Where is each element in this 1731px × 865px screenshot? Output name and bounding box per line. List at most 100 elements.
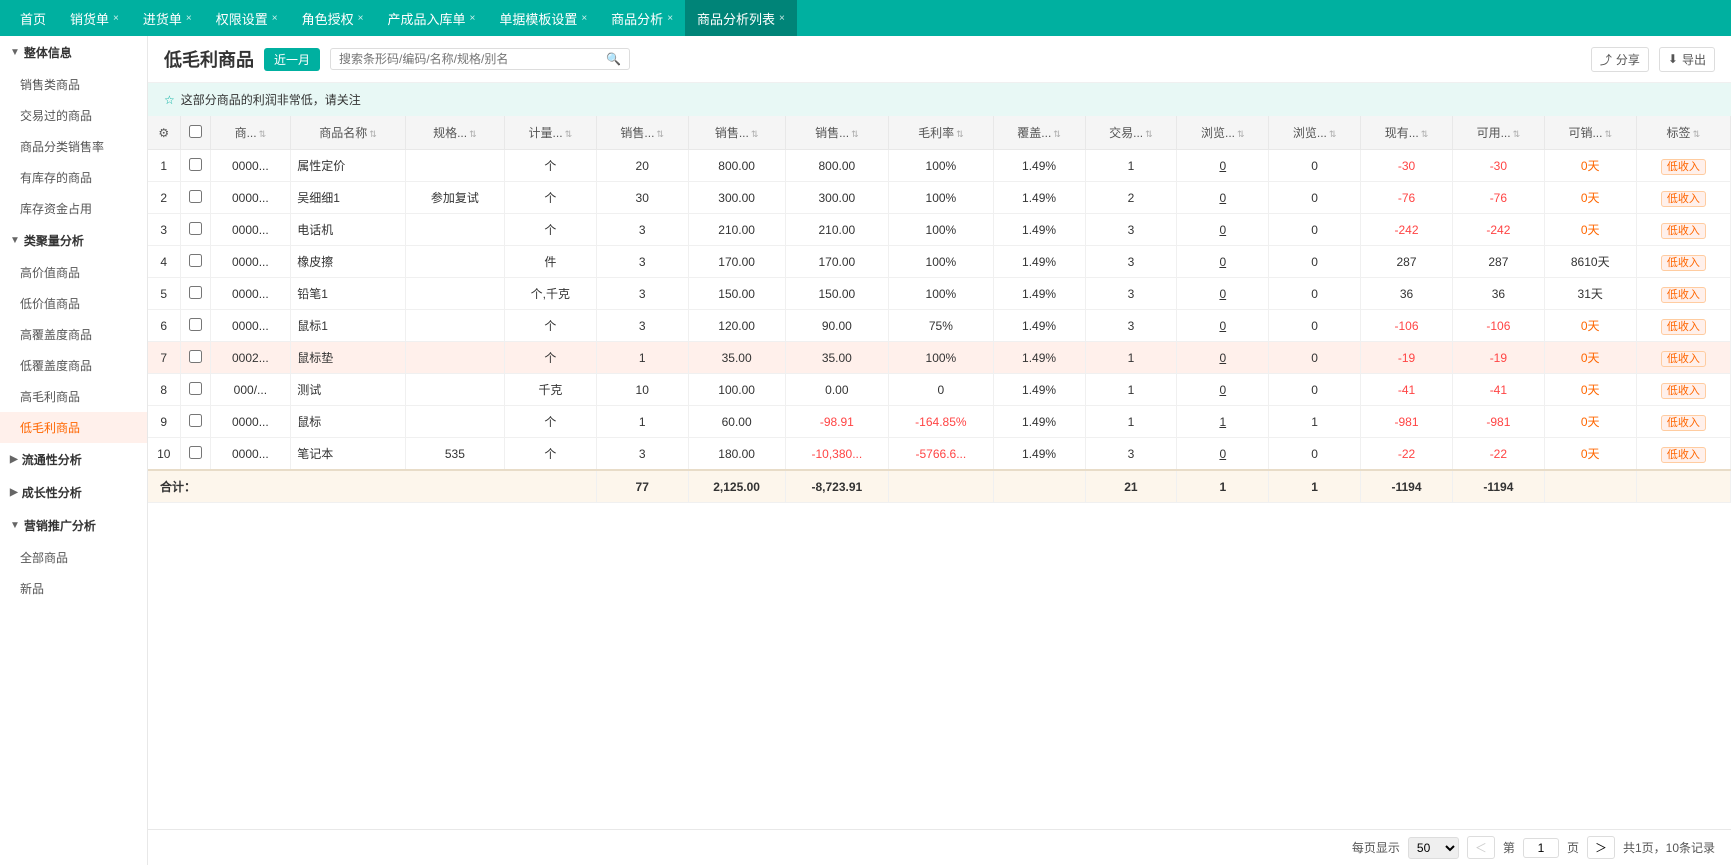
nav-close-role-auth[interactable]: × — [358, 13, 364, 24]
export-button[interactable]: ⬇ 导出 — [1659, 47, 1715, 72]
row-spec — [405, 150, 504, 182]
row-checkbox[interactable] — [189, 254, 202, 267]
nav-product-analysis[interactable]: 商品分析 × — [599, 0, 685, 36]
sidebar-item-category-sales-rate[interactable]: 商品分类销售率 — [0, 131, 147, 162]
nav-close-product-analysis[interactable]: × — [667, 13, 673, 24]
row-checkbox-cell[interactable] — [180, 150, 210, 182]
row-view1[interactable]: 1 — [1177, 406, 1269, 438]
share-button[interactable]: ⤴ 分享 — [1591, 47, 1649, 72]
table-row: 4 0000... 橡皮擦 件 3 170.00 170.00 100% 1.4… — [148, 246, 1731, 278]
nav-home[interactable]: 首页 — [8, 0, 58, 36]
row-view1[interactable]: 0 — [1177, 246, 1269, 278]
row-checkbox[interactable] — [189, 158, 202, 171]
row-salable: 0天 — [1544, 214, 1636, 246]
select-all-checkbox[interactable] — [189, 125, 202, 138]
row-checkbox[interactable] — [189, 350, 202, 363]
row-checkbox-cell[interactable] — [180, 406, 210, 438]
row-checkbox[interactable] — [189, 382, 202, 395]
row-checkbox[interactable] — [189, 190, 202, 203]
row-checkbox[interactable] — [189, 414, 202, 427]
row-checkbox-cell[interactable] — [180, 438, 210, 471]
sidebar-item-sales-products[interactable]: 销售类商品 — [0, 69, 147, 100]
row-name[interactable]: 测试 — [291, 374, 406, 406]
row-view1[interactable]: 0 — [1177, 374, 1269, 406]
nav-close-product-analysis-list[interactable]: × — [779, 13, 785, 24]
nav-close-purchase[interactable]: × — [186, 13, 192, 24]
row-checkbox-cell[interactable] — [180, 374, 210, 406]
nav-product-analysis-list[interactable]: 商品分析列表 × — [685, 0, 797, 36]
search-input[interactable] — [339, 52, 602, 66]
row-name[interactable]: 笔记本 — [291, 438, 406, 471]
row-view1[interactable]: 0 — [1177, 214, 1269, 246]
nav-sales-order[interactable]: 销货单 × — [58, 0, 131, 36]
row-checkbox-cell[interactable] — [180, 214, 210, 246]
row-no: 5 — [148, 278, 180, 310]
row-checkbox-cell[interactable] — [180, 182, 210, 214]
sidebar-group-cluster[interactable]: ▼ 类聚量分析 — [0, 224, 147, 257]
nav-product-warehouse[interactable]: 产成品入库单 × — [375, 0, 487, 36]
nav-close-sales[interactable]: × — [113, 13, 119, 24]
row-checkbox-cell[interactable] — [180, 310, 210, 342]
page-number-input[interactable] — [1523, 838, 1559, 858]
nav-close-product-warehouse[interactable]: × — [469, 13, 475, 24]
sidebar-item-low-margin[interactable]: 低毛利商品 — [0, 412, 147, 443]
row-view1[interactable]: 0 — [1177, 150, 1269, 182]
row-view1[interactable]: 0 — [1177, 342, 1269, 374]
row-checkbox[interactable] — [189, 222, 202, 235]
row-current: -30 — [1361, 150, 1453, 182]
col-settings[interactable]: ⚙ — [148, 116, 180, 150]
nav-template-settings[interactable]: 单据模板设置 × — [487, 0, 599, 36]
row-checkbox-cell[interactable] — [180, 278, 210, 310]
row-price: 800.00 — [688, 150, 785, 182]
row-name[interactable]: 吴细细1 — [291, 182, 406, 214]
row-margin: 100% — [889, 342, 994, 374]
row-checkbox[interactable] — [189, 318, 202, 331]
tag-badge: 低收入 — [1661, 319, 1706, 335]
page-size-select[interactable]: 50 100 200 — [1408, 837, 1459, 859]
row-name[interactable]: 铅笔1 — [291, 278, 406, 310]
row-checkbox-cell[interactable] — [180, 342, 210, 374]
row-view2: 0 — [1269, 278, 1361, 310]
sidebar-item-high-margin[interactable]: 高毛利商品 — [0, 381, 147, 412]
sidebar-item-inventory-capital[interactable]: 库存资金占用 — [0, 193, 147, 224]
row-name[interactable]: 鼠标 — [291, 406, 406, 438]
sidebar-item-low-value[interactable]: 低价值商品 — [0, 288, 147, 319]
row-checkbox-cell[interactable] — [180, 246, 210, 278]
col-checkbox[interactable] — [180, 116, 210, 150]
nav-close-template[interactable]: × — [581, 13, 587, 24]
row-name[interactable]: 电话机 — [291, 214, 406, 246]
row-trade: 1 — [1085, 342, 1177, 374]
row-view1[interactable]: 0 — [1177, 182, 1269, 214]
nav-purchase-order[interactable]: 进货单 × — [131, 0, 204, 36]
sidebar-item-all-products[interactable]: 全部商品 — [0, 542, 147, 573]
sidebar-group-circulation[interactable]: ▶ 流通性分析 — [0, 443, 147, 476]
sidebar-group-growth[interactable]: ▶ 成长性分析 — [0, 476, 147, 509]
sidebar-group-marketing[interactable]: ▼ 营销推广分析 — [0, 509, 147, 542]
row-name[interactable]: 橡皮擦 — [291, 246, 406, 278]
nav-role-auth[interactable]: 角色授权 × — [290, 0, 376, 36]
row-checkbox[interactable] — [189, 446, 202, 459]
notice-banner: ☆ 这部分商品的利润非常低，请关注 — [148, 83, 1731, 116]
next-page-button[interactable]: ＞ — [1587, 836, 1615, 859]
sidebar-group-overview[interactable]: ▼ 整体信息 — [0, 36, 147, 69]
sidebar-item-traded-products[interactable]: 交易过的商品 — [0, 100, 147, 131]
search-icon[interactable]: 🔍 — [606, 52, 621, 66]
sidebar-item-new-products[interactable]: 新品 — [0, 573, 147, 604]
sidebar-item-high-value[interactable]: 高价值商品 — [0, 257, 147, 288]
row-checkbox[interactable] — [189, 286, 202, 299]
row-view1[interactable]: 0 — [1177, 438, 1269, 471]
sidebar-item-high-coverage[interactable]: 高覆盖度商品 — [0, 319, 147, 350]
sidebar-item-stocked-products[interactable]: 有库存的商品 — [0, 162, 147, 193]
prev-page-button[interactable]: ＜ — [1467, 836, 1495, 859]
nav-close-permissions[interactable]: × — [272, 13, 278, 24]
date-filter-button[interactable]: 近一月 — [264, 48, 320, 71]
row-name[interactable]: 鼠标垫 — [291, 342, 406, 374]
row-view1[interactable]: 0 — [1177, 278, 1269, 310]
nav-permissions[interactable]: 权限设置 × — [204, 0, 290, 36]
row-view1[interactable]: 0 — [1177, 310, 1269, 342]
row-unit: 个 — [504, 214, 596, 246]
row-name[interactable]: 鼠标1 — [291, 310, 406, 342]
row-available: -22 — [1452, 438, 1544, 471]
sidebar-item-low-coverage[interactable]: 低覆盖度商品 — [0, 350, 147, 381]
row-name[interactable]: 属性定价 — [291, 150, 406, 182]
